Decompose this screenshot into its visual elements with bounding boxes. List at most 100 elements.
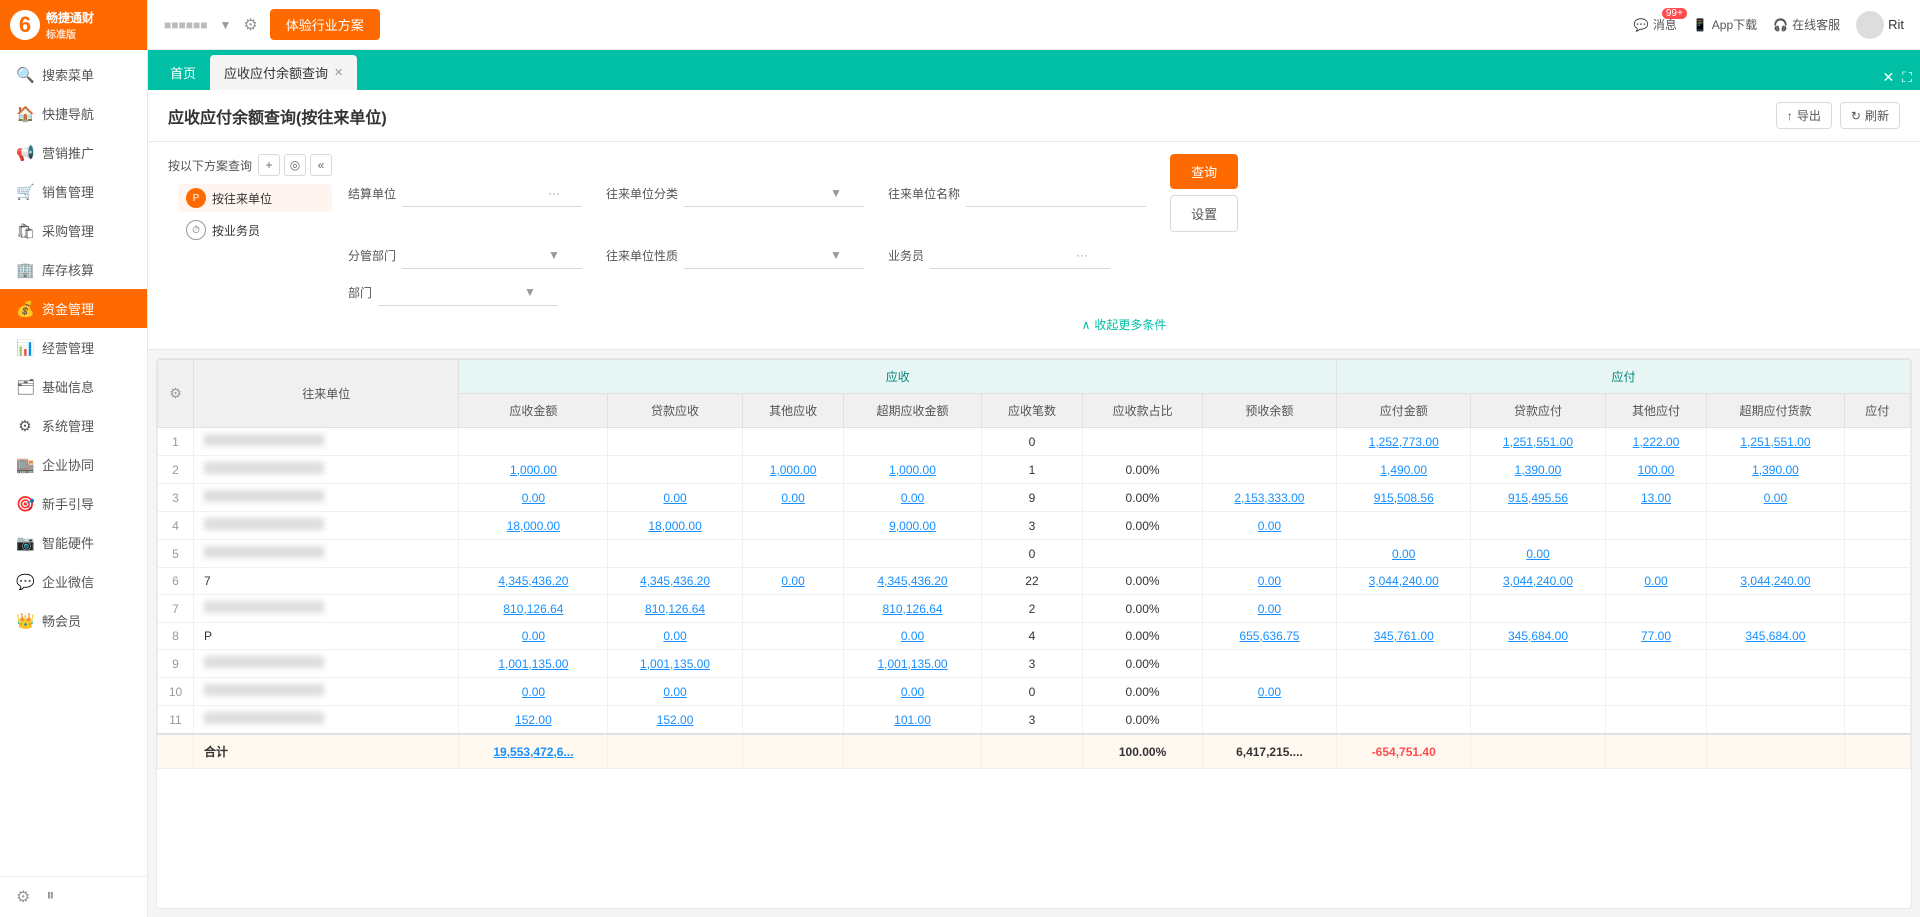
solution-button[interactable]: 体验行业方案 [270,9,380,40]
amount-cell[interactable]: 0.00 [844,678,981,706]
scheme-edit-btn[interactable]: ◎ [284,154,306,176]
query-button[interactable]: 查询 [1170,154,1238,189]
message-badge-area[interactable]: 💬 消息 99+ [1634,16,1677,33]
amount-cell[interactable]: 1,252,773.00 [1337,428,1471,456]
partner-category-chevron[interactable]: ▼ [830,186,842,200]
user-area[interactable]: Rit [1856,11,1904,39]
table-gear-icon[interactable]: ⚙ [169,385,182,401]
dept-manager-input[interactable] [406,244,546,266]
amount-cell[interactable]: 0.00 [608,678,742,706]
amount-cell[interactable]: 1,001,135.00 [459,650,608,678]
amount-cell[interactable]: 0.00 [1202,568,1336,595]
sidebar-item-purchase[interactable]: 🛍 采购管理 [0,211,147,250]
amount-cell[interactable]: 152.00 [459,706,608,735]
amount-cell[interactable]: 810,126.64 [844,595,981,623]
amount-cell[interactable]: 0.00 [844,623,981,650]
amount-cell[interactable]: 0.00 [1202,512,1336,540]
amount-cell[interactable]: 2,153,333.00 [1202,484,1336,512]
amount-cell[interactable]: 0.00 [459,484,608,512]
collapse-more-btn[interactable]: ∧ 收起更多条件 [348,312,1900,337]
amount-cell[interactable]: 345,684.00 [1471,623,1605,650]
amount-cell[interactable]: 1,001,135.00 [844,650,981,678]
settlement-unit-dots[interactable]: ··· [548,186,560,200]
amount-cell[interactable]: 100.00 [1605,456,1707,484]
tab-close-icon[interactable]: ✕ [334,66,343,79]
sidebar-item-enterprise[interactable]: 🏬 企业协同 [0,445,147,484]
amount-cell[interactable]: 152.00 [608,706,742,735]
amount-cell[interactable]: 1,390.00 [1471,456,1605,484]
sidebar-item-finance[interactable]: 💰 资金管理 [0,289,147,328]
export-button[interactable]: ↑ 导出 [1776,102,1832,129]
app-download-area[interactable]: 📱 App下载 [1693,16,1757,33]
sidebar-collapse-icon[interactable]: ⏸ [46,887,54,907]
amount-cell[interactable]: 1,000.00 [459,456,608,484]
amount-cell[interactable]: 3,044,240.00 [1707,568,1844,595]
sidebar-item-operation[interactable]: 📊 经营管理 [0,328,147,367]
partner-category-input[interactable] [688,182,828,204]
amount-cell[interactable]: 9,000.00 [844,512,981,540]
salesperson-input[interactable] [934,244,1074,266]
amount-cell[interactable]: 0.00 [1202,678,1336,706]
amount-cell[interactable]: 655,636.75 [1202,623,1336,650]
sidebar-item-hardware[interactable]: 📷 智能硬件 [0,523,147,562]
amount-cell[interactable]: 1,390.00 [1707,456,1844,484]
amount-cell[interactable]: 0.00 [742,484,844,512]
department-input[interactable] [382,281,522,303]
amount-cell[interactable]: 0.00 [459,623,608,650]
scheme-add-btn[interactable]: + [258,154,280,176]
amount-cell[interactable]: 810,126.64 [459,595,608,623]
scheme-collapse-btn[interactable]: « [310,154,332,176]
online-service-area[interactable]: 🎧 在线客服 [1773,16,1840,33]
amount-cell[interactable]: 4,345,436.20 [844,568,981,595]
partner-nature-chevron[interactable]: ▼ [830,248,842,262]
amount-cell[interactable]: 0.00 [1337,540,1471,568]
amount-cell[interactable]: 4,345,436.20 [459,568,608,595]
partner-name-input[interactable] [970,182,1110,204]
amount-cell[interactable]: 1,222.00 [1605,428,1707,456]
amount-cell[interactable]: 1,251,551.00 [1707,428,1844,456]
amount-cell[interactable]: 0.00 [1202,595,1336,623]
dept-manager-chevron[interactable]: ▼ [548,248,560,262]
amount-cell[interactable]: 0.00 [844,484,981,512]
amount-cell[interactable]: 345,684.00 [1707,623,1844,650]
tab-home[interactable]: 首页 [156,55,210,90]
amount-cell[interactable]: 4,345,436.20 [608,568,742,595]
amount-cell[interactable]: 0.00 [742,568,844,595]
sidebar-item-quicknav[interactable]: 🏠 快捷导航 [0,94,147,133]
sidebar-item-sales[interactable]: 🛒 销售管理 [0,172,147,211]
amount-cell[interactable]: 0.00 [1471,540,1605,568]
tab-close-window[interactable]: ✕ [1882,69,1894,86]
amount-cell[interactable]: 915,495.56 [1471,484,1605,512]
amount-cell[interactable]: 0.00 [459,678,608,706]
amount-cell[interactable]: 1,490.00 [1337,456,1471,484]
tab-arbalance[interactable]: 应收应付余额查询 ✕ [210,55,357,90]
amount-cell[interactable]: 810,126.64 [608,595,742,623]
header-nav-arrow[interactable]: ▼ [220,18,232,32]
amount-cell[interactable]: 0.00 [608,623,742,650]
sidebar-item-system[interactable]: ⚙ 系统管理 [0,406,147,445]
sidebar-item-wechat[interactable]: 💬 企业微信 [0,562,147,601]
amount-cell[interactable]: 1,001,135.00 [608,650,742,678]
amount-cell[interactable]: 1,000.00 [844,456,981,484]
amount-cell[interactable]: 13.00 [1605,484,1707,512]
amount-cell[interactable]: 77.00 [1605,623,1707,650]
department-chevron[interactable]: ▼ [524,285,536,299]
nav-option-partner[interactable]: P 按往来单位 [178,184,332,212]
amount-cell[interactable]: 1,000.00 [742,456,844,484]
amount-cell[interactable]: 345,761.00 [1337,623,1471,650]
amount-cell[interactable]: 915,508.56 [1337,484,1471,512]
sidebar-item-inventory[interactable]: 🏢 库存核算 [0,250,147,289]
tab-expand-icon[interactable]: ⛶ [1902,69,1912,86]
header-gear-icon[interactable]: ⚙ [243,15,257,35]
nav-option-staff[interactable]: ⏱ 按业务员 [178,216,332,244]
sidebar-settings-icon[interactable]: ⚙ [16,887,30,907]
sidebar-item-search[interactable]: 🔍 搜索菜单 [0,55,147,94]
amount-cell[interactable]: 18,000.00 [459,512,608,540]
refresh-button[interactable]: ↻ 刷新 [1840,102,1900,129]
amount-cell[interactable]: 0.00 [1605,568,1707,595]
partner-nature-input[interactable] [688,244,828,266]
amount-cell[interactable]: 1,251,551.00 [1471,428,1605,456]
amount-cell[interactable]: 101.00 [844,706,981,735]
amount-cell[interactable]: 18,000.00 [608,512,742,540]
amount-cell[interactable]: 0.00 [1707,484,1844,512]
